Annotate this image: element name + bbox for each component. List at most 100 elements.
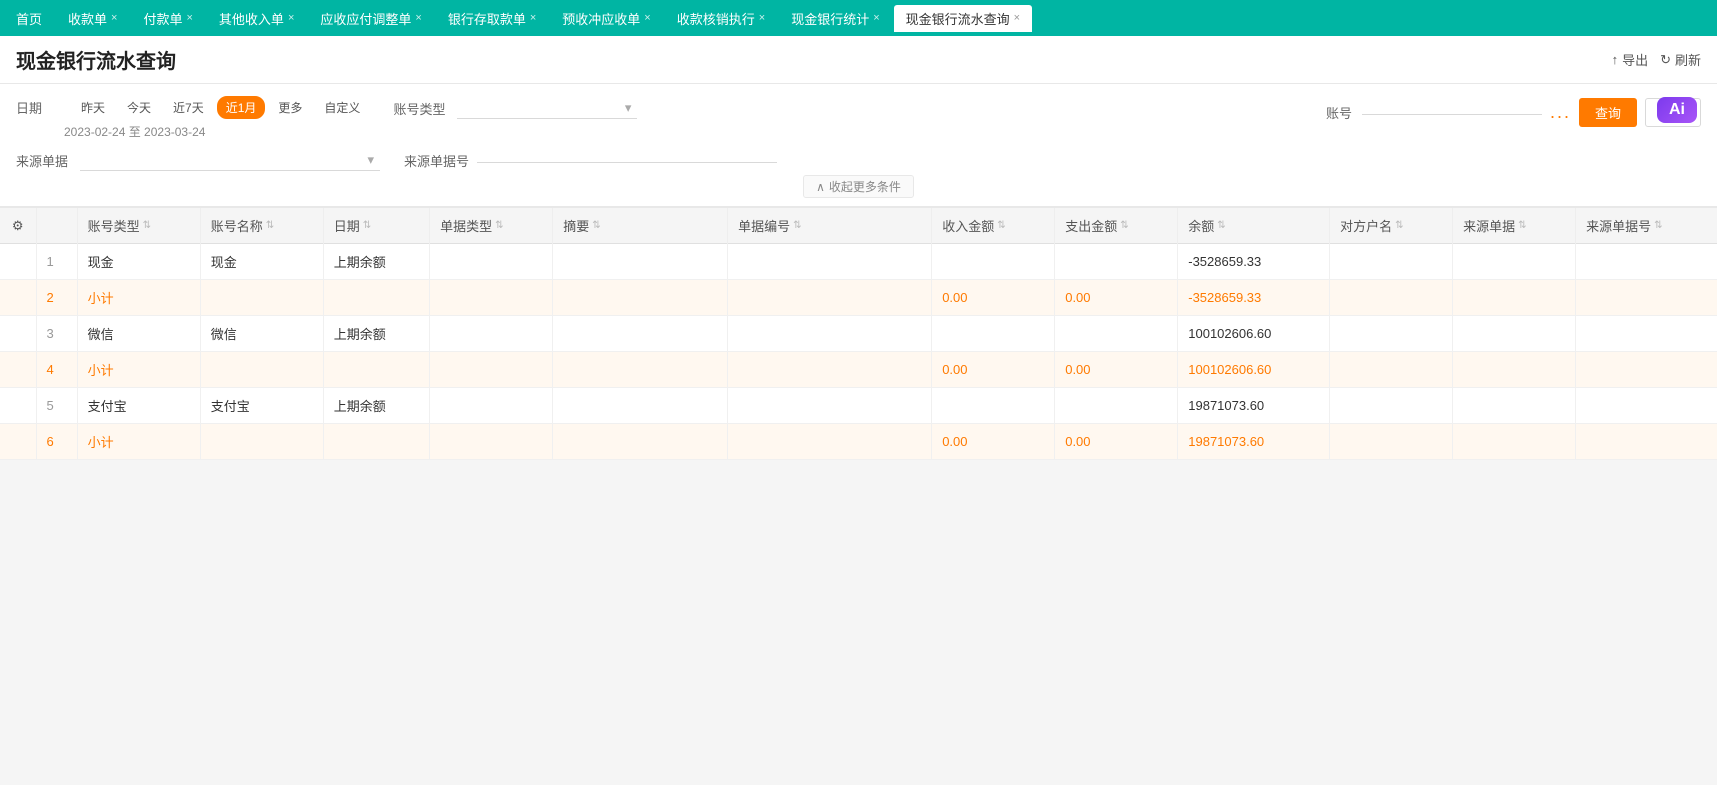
query-button[interactable]: 查询: [1579, 98, 1637, 127]
date-btn-more[interactable]: 更多: [269, 96, 311, 119]
nav-item-payment[interactable]: 付款单 ×: [131, 5, 204, 32]
collapse-bar: ∧ 收起更多条件: [16, 171, 1701, 198]
cell-balance: 100102606.60: [1178, 316, 1330, 352]
sort-arrows-account-type: ⇅: [143, 220, 151, 231]
cell-doc-type: [430, 316, 553, 352]
sort-arrows-doc-type: ⇅: [495, 220, 503, 231]
cell-source-doc: [1453, 280, 1576, 316]
cell-account-type: 支付宝: [77, 388, 200, 424]
cell-gear: [0, 280, 36, 316]
cell-gear: [0, 424, 36, 460]
th-doc-type[interactable]: 单据类型⇅: [430, 208, 553, 244]
date-btn-1month[interactable]: 近1月: [217, 96, 266, 119]
nav-label-other-income: 其他收入单: [219, 9, 284, 28]
th-income[interactable]: 收入金额⇅: [932, 208, 1055, 244]
cell-account-name: [200, 352, 323, 388]
nav-close-prepayment[interactable]: ×: [644, 12, 650, 24]
cell-expense: 0.00: [1055, 352, 1178, 388]
nav-close-cash-bank-flow[interactable]: ×: [1014, 12, 1020, 24]
date-btn-custom[interactable]: 自定义: [315, 96, 369, 119]
table-body: 1现金现金上期余额-3528659.332小计0.000.00-3528659.…: [0, 244, 1717, 460]
sort-arrows-summary: ⇅: [592, 220, 600, 231]
nav-close-ar-ap-adjust[interactable]: ×: [415, 12, 421, 24]
nav-close-collection-exec[interactable]: ×: [759, 12, 765, 24]
cell-balance: 19871073.60: [1178, 388, 1330, 424]
th-source-doc[interactable]: 来源单据⇅: [1453, 208, 1576, 244]
nav-item-prepayment[interactable]: 预收冲应收单 ×: [550, 5, 662, 32]
nav-close-cash-bank-stats[interactable]: ×: [873, 12, 879, 24]
cell-source-doc-no: [1576, 244, 1717, 280]
account-type-select[interactable]: ▾: [457, 98, 637, 119]
account-input[interactable]: [1362, 110, 1542, 115]
account-type-chevron-icon: ▾: [625, 100, 632, 116]
th-counterpart[interactable]: 对方户名⇅: [1330, 208, 1453, 244]
refresh-icon: ↻: [1660, 52, 1671, 68]
date-filter-label: 日期: [16, 98, 56, 117]
cell-summary: [553, 424, 728, 460]
th-gear[interactable]: ⚙: [0, 208, 36, 244]
cell-source-doc: [1453, 388, 1576, 424]
table-row: 6小计0.000.0019871073.60: [0, 424, 1717, 460]
cell-date: [323, 424, 429, 460]
export-label: 导出: [1622, 50, 1648, 69]
nav-item-collection-exec[interactable]: 收款核销执行 ×: [665, 5, 777, 32]
nav-item-home[interactable]: 首页: [4, 5, 54, 32]
source-doc-select[interactable]: ▾: [80, 150, 380, 171]
th-account-name[interactable]: 账号名称⇅: [200, 208, 323, 244]
th-summary[interactable]: 摘要⇅: [553, 208, 728, 244]
date-options: 昨天 今天 近7天 近1月 更多 自定义: [72, 96, 369, 119]
cell-summary: [553, 280, 728, 316]
cell-doc-no: [728, 388, 932, 424]
export-button[interactable]: ↑ 导出: [1612, 50, 1649, 69]
sort-arrows-counterpart: ⇅: [1395, 220, 1403, 231]
ai-badge[interactable]: Ai: [1657, 97, 1697, 123]
nav-item-other-income[interactable]: 其他收入单 ×: [207, 5, 306, 32]
sort-arrows-source-doc: ⇅: [1518, 220, 1526, 231]
nav-label-ar-ap-adjust: 应收应付调整单: [320, 9, 411, 28]
refresh-button[interactable]: ↻ 刷新: [1660, 50, 1701, 69]
cell-income: [932, 244, 1055, 280]
table-row: 2小计0.000.00-3528659.33: [0, 280, 1717, 316]
source-doc-chevron-icon: ▾: [367, 152, 374, 168]
nav-close-receipt[interactable]: ×: [111, 12, 117, 24]
cell-index: 1: [36, 244, 77, 280]
th-balance[interactable]: 余额⇅: [1178, 208, 1330, 244]
collapse-button[interactable]: ∧ 收起更多条件: [803, 175, 914, 198]
th-source-doc-no[interactable]: 来源单据号⇅: [1576, 208, 1717, 244]
cell-expense: 0.00: [1055, 280, 1178, 316]
sort-arrows-account-name: ⇅: [266, 220, 274, 231]
th-account-type[interactable]: 账号类型⇅: [77, 208, 200, 244]
cell-account-type: 小计: [77, 280, 200, 316]
nav-close-other-income[interactable]: ×: [288, 12, 294, 24]
date-btn-7days[interactable]: 近7天: [164, 96, 213, 119]
nav-item-cash-bank-flow[interactable]: 现金银行流水查询 ×: [894, 5, 1032, 32]
nav-close-payment[interactable]: ×: [186, 12, 192, 24]
cell-gear: [0, 388, 36, 424]
table-row: 5支付宝支付宝上期余额19871073.60: [0, 388, 1717, 424]
date-btn-today[interactable]: 今天: [118, 96, 160, 119]
nav-close-bank-deposit[interactable]: ×: [530, 12, 536, 24]
cell-source-doc-no: [1576, 352, 1717, 388]
cell-summary: [553, 388, 728, 424]
table-row: 3微信微信上期余额100102606.60: [0, 316, 1717, 352]
th-date[interactable]: 日期⇅: [323, 208, 429, 244]
account-dots-button[interactable]: ...: [1550, 102, 1571, 123]
source-doc-label: 来源单据: [16, 151, 72, 170]
nav-item-receipt[interactable]: 收款单 ×: [56, 5, 129, 32]
date-btn-yesterday[interactable]: 昨天: [72, 96, 114, 119]
th-doc-no[interactable]: 单据编号⇅: [728, 208, 932, 244]
cell-expense: [1055, 244, 1178, 280]
th-expense[interactable]: 支出金额⇅: [1055, 208, 1178, 244]
cell-doc-no: [728, 244, 932, 280]
cell-date: [323, 280, 429, 316]
export-icon: ↑: [1612, 52, 1619, 67]
cell-account-name: [200, 424, 323, 460]
cell-doc-type: [430, 424, 553, 460]
nav-label-receipt: 收款单: [68, 9, 107, 28]
sort-arrows-source-doc-no: ⇅: [1654, 220, 1662, 231]
nav-item-ar-ap-adjust[interactable]: 应收应付调整单 ×: [308, 5, 433, 32]
nav-item-cash-bank-stats[interactable]: 现金银行统计 ×: [779, 5, 891, 32]
filter-area: 日期 昨天 今天 近7天 近1月 更多 自定义 2023-02-24 至 202…: [0, 84, 1717, 207]
source-doc-no-input[interactable]: [477, 158, 777, 163]
nav-item-bank-deposit[interactable]: 银行存取款单 ×: [436, 5, 548, 32]
